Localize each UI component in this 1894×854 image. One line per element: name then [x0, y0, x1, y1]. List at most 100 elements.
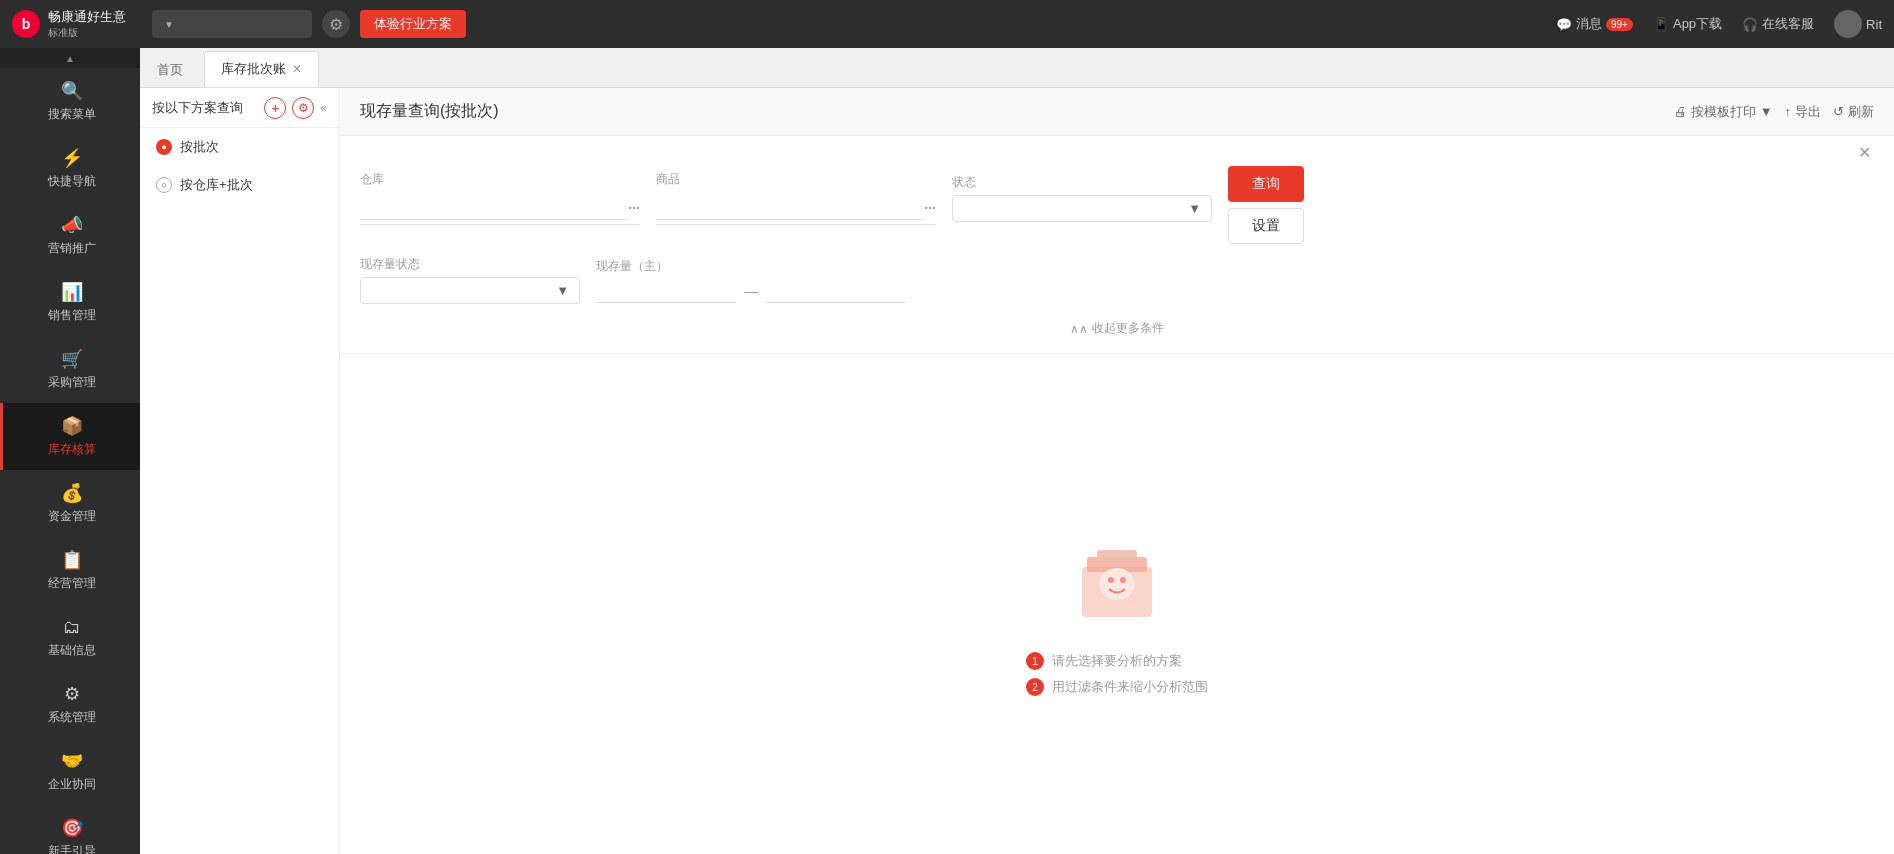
tab-home[interactable]: 首页	[140, 51, 200, 87]
panel-item-batch-label: 按批次	[180, 138, 219, 156]
empty-step-1: 1 请先选择要分析的方案	[1026, 652, 1208, 670]
sidebar-item-purchase[interactable]: 🛒 采购管理	[0, 336, 140, 403]
svg-point-4	[1108, 577, 1114, 583]
status-dropdown-icon: ▼	[1188, 201, 1201, 216]
online-service-btn[interactable]: 🎧 在线客服	[1742, 15, 1814, 33]
try-industry-btn[interactable]: 体验行业方案	[360, 10, 466, 38]
product-input-area[interactable]: ···	[656, 192, 936, 225]
sidebar-label-marketing: 营销推广	[48, 240, 96, 257]
sidebar-label-sales: 销售管理	[48, 307, 96, 324]
app-download-btn[interactable]: 📱 App下载	[1653, 15, 1722, 33]
sidebar-item-basic[interactable]: 🗂 基础信息	[0, 604, 140, 671]
panel-add-btn[interactable]: +	[264, 97, 286, 119]
messages-btn[interactable]: 💬 消息 99+	[1556, 15, 1633, 33]
print-dropdown-icon[interactable]: ▼	[1760, 104, 1773, 119]
headset-icon: 🎧	[1742, 17, 1758, 32]
filter-area: 仓库 ··· 商品 ···	[340, 136, 1894, 354]
panel-item-batch[interactable]: ● 按批次	[140, 128, 339, 166]
finance-icon: 💰	[61, 482, 83, 504]
filter-row-2: 现存量状态 ▼ 现存量（主） —	[360, 256, 1874, 304]
app-version: 标准版	[48, 26, 126, 40]
query-button[interactable]: 查询	[1228, 166, 1304, 202]
user-name: Rit	[1866, 17, 1882, 32]
collapse-more-btn[interactable]: ∧∧ 收起更多条件	[360, 316, 1874, 345]
sidebar-item-newbie[interactable]: 🎯 新手引导	[0, 805, 140, 854]
sidebar-item-inventory[interactable]: 📦 库存核算	[0, 403, 140, 470]
product-dots-btn[interactable]: ···	[924, 200, 936, 216]
online-service-label: 在线客服	[1762, 15, 1814, 33]
purchase-icon: 🛒	[61, 348, 83, 370]
sidebar-item-operation[interactable]: 📋 经营管理	[0, 537, 140, 604]
product-label: 商品	[656, 171, 936, 188]
sidebar-label-search: 搜索菜单	[48, 106, 96, 123]
settings-button[interactable]: 设置	[1228, 208, 1304, 244]
sidebar: ▲ 🔍 搜索菜单 ⚡ 快捷导航 📣 营销推广 📊 销售管理 🛒 采购管理 📦 库…	[0, 48, 140, 854]
refresh-label: 刷新	[1848, 103, 1874, 121]
header-search-box[interactable]: ▼	[152, 10, 312, 38]
user-profile-btn[interactable]: Rit	[1834, 10, 1882, 38]
sidebar-label-system: 系统管理	[48, 709, 96, 726]
product-input[interactable]	[656, 196, 924, 220]
tab-close-icon[interactable]: ✕	[292, 62, 302, 76]
export-btn[interactable]: ↑ 导出	[1785, 103, 1822, 121]
status-select[interactable]: ▼	[952, 195, 1212, 222]
print-btn[interactable]: 🖨 按模板打印 ▼	[1674, 103, 1773, 121]
messages-label: 消息	[1576, 15, 1602, 33]
warehouse-label: 仓库	[360, 171, 640, 188]
sales-icon: 📊	[61, 281, 83, 303]
sidebar-scroll-up[interactable]: ▲	[0, 48, 140, 68]
tab-batch-label: 库存批次账	[221, 60, 286, 78]
empty-step-2: 2 用过滤条件来缩小分析范围	[1026, 678, 1208, 696]
stock-status-select[interactable]: ▼	[360, 277, 580, 304]
inventory-icon: 📦	[61, 415, 83, 437]
app-logo-icon: b	[12, 10, 40, 38]
title-actions: 🖨 按模板打印 ▼ ↑ 导出 ↺ 刷新	[1674, 103, 1874, 121]
sidebar-item-shortcut[interactable]: ⚡ 快捷导航	[0, 135, 140, 202]
panel-collapse-btn[interactable]: «	[320, 101, 327, 115]
warehouse-batch-dot: ○	[156, 177, 172, 193]
warehouse-dots-btn[interactable]: ···	[628, 200, 640, 216]
panel-actions: + ⚙ «	[264, 97, 327, 119]
tab-batch[interactable]: 库存批次账 ✕	[204, 51, 319, 87]
tab-home-label: 首页	[157, 61, 183, 79]
refresh-icon: ↺	[1833, 104, 1844, 119]
step-1-num: 1	[1026, 652, 1044, 670]
svg-point-3	[1099, 568, 1135, 600]
search-icon: 🔍	[61, 80, 83, 102]
step-2-num: 2	[1026, 678, 1044, 696]
sidebar-item-marketing[interactable]: 📣 营销推广	[0, 202, 140, 269]
warehouse-input-area[interactable]: ···	[360, 192, 640, 225]
filter-stock-status-field: 现存量状态 ▼	[360, 256, 580, 304]
header-middle: ▼ ⚙ 体验行业方案	[152, 10, 1556, 38]
panel-settings-btn[interactable]: ⚙	[292, 97, 314, 119]
page-title: 现存量查询(按批次)	[360, 101, 499, 122]
sidebar-item-finance[interactable]: 💰 资金管理	[0, 470, 140, 537]
avatar	[1834, 10, 1862, 38]
empty-steps: 1 请先选择要分析的方案 2 用过滤条件来缩小分析范围	[1026, 652, 1208, 696]
filter-stock-qty-field: 现存量（主） —	[596, 258, 906, 303]
print-label: 按模板打印	[1691, 103, 1756, 121]
sidebar-item-sales[interactable]: 📊 销售管理	[0, 269, 140, 336]
logo-text-area: 畅康通好生意 标准版	[48, 8, 126, 40]
main-layout: ▲ 🔍 搜索菜单 ⚡ 快捷导航 📣 营销推广 📊 销售管理 🛒 采购管理 📦 库…	[0, 48, 1894, 854]
filter-status-field: 状态 ▼	[952, 174, 1212, 222]
stock-qty-dash: —	[744, 283, 758, 299]
search-dropdown-icon[interactable]: ▼	[164, 19, 174, 30]
stock-qty-max-input[interactable]	[766, 279, 906, 303]
stock-status-dropdown-icon: ▼	[556, 283, 569, 298]
panel-item-warehouse-batch[interactable]: ○ 按仓库+批次	[140, 166, 339, 204]
warehouse-input[interactable]	[360, 196, 628, 220]
refresh-btn[interactable]: ↺ 刷新	[1833, 103, 1874, 121]
sidebar-item-enterprise[interactable]: 🤝 企业协同	[0, 738, 140, 805]
left-panel-title: 按以下方案查询	[152, 99, 243, 117]
stock-qty-min-input[interactable]	[596, 279, 736, 303]
sidebar-item-system[interactable]: ⚙ 系统管理	[0, 671, 140, 738]
close-panel-btn[interactable]: ✕	[1850, 138, 1878, 166]
step-2-text: 用过滤条件来缩小分析范围	[1052, 678, 1208, 696]
left-panel: 按以下方案查询 + ⚙ « ● 按批次 ○ 按仓库+批次	[140, 88, 340, 854]
sidebar-label-enterprise: 企业协同	[48, 776, 96, 793]
header-settings-btn[interactable]: ⚙	[322, 10, 350, 38]
empty-state: 1 请先选择要分析的方案 2 用过滤条件来缩小分析范围	[340, 354, 1894, 854]
sidebar-item-search[interactable]: 🔍 搜索菜单	[0, 68, 140, 135]
shortcut-icon: ⚡	[61, 147, 83, 169]
